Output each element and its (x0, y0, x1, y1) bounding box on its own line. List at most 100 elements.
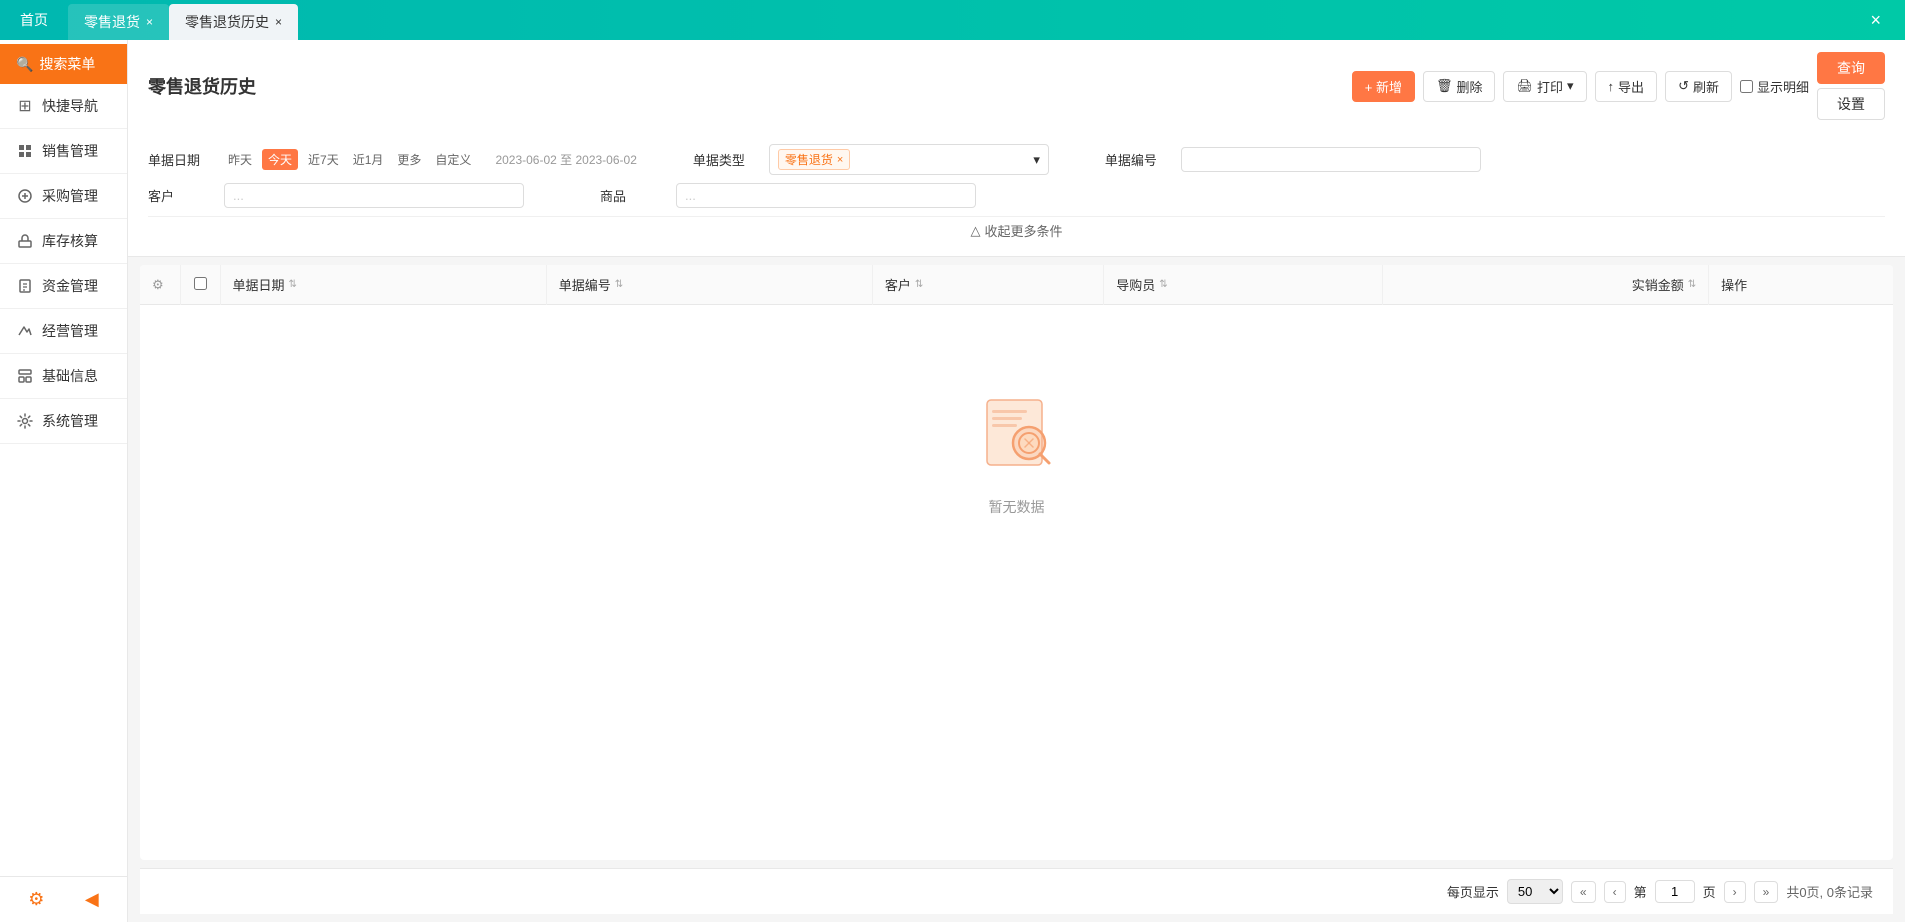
finance-icon (16, 277, 34, 295)
page-title-row: 零售退货历史 + 新增 🗑 删除 🖨 打印 ▾ ↑ 导出 (148, 52, 1885, 120)
date-shortcut-today[interactable]: 今天 (262, 149, 298, 170)
th-salesperson-sort[interactable]: 导购员 ⇅ (1116, 275, 1370, 294)
sidebar-settings-button[interactable]: ⚙ (28, 889, 44, 910)
th-customer-label: 客户 (885, 275, 911, 294)
tab-retail-return-label: 零售退货 (84, 12, 140, 32)
sidebar-item-basic-info[interactable]: 基础信息 (0, 354, 127, 399)
th-amount[interactable]: 实销金额 ⇅ (1382, 265, 1708, 305)
customer-placeholder: ... (233, 188, 244, 203)
table-settings-icon[interactable]: ⚙ (152, 277, 164, 292)
sidebar-item-quick-nav[interactable]: ⊞ 快捷导航 (0, 84, 127, 129)
export-button[interactable]: ↑ 导出 (1595, 71, 1658, 102)
filter-area: 单据日期 昨天 今天 近7天 近1月 更多 自定义 2023-06-02 至 2… (148, 132, 1885, 256)
date-shortcut-custom[interactable]: 自定义 (431, 149, 475, 170)
topbar-right: × (1862, 6, 1905, 35)
toolbar: + 新增 🗑 删除 🖨 打印 ▾ ↑ 导出 ↺ (1352, 52, 1885, 120)
delete-button[interactable]: 🗑 删除 (1423, 71, 1496, 102)
customer-select[interactable]: ... (224, 183, 524, 208)
delete-label: 删除 (1456, 77, 1482, 96)
page-label: 页 (1703, 882, 1716, 901)
sidebar-search[interactable]: 🔍 搜索菜单 (0, 44, 127, 84)
purchase-icon (16, 187, 34, 205)
tab-retail-return-history[interactable]: 零售退货历史 × (169, 4, 298, 40)
voucher-type-select[interactable]: 零售退货 × ▾ (769, 144, 1049, 175)
sidebar-item-operations-label: 经营管理 (42, 321, 98, 341)
display-detail-toggle[interactable]: 显示明细 (1740, 77, 1809, 96)
display-detail-checkbox[interactable] (1740, 80, 1753, 93)
page-size-select[interactable]: 50 10 20 100 (1507, 879, 1563, 904)
goods-label: 商品 (600, 186, 660, 205)
th-settings[interactable]: ⚙ (140, 265, 180, 305)
date-shortcut-7days[interactable]: 近7天 (304, 149, 343, 170)
date-shortcut-yesterday[interactable]: 昨天 (224, 149, 256, 170)
window-close-button[interactable]: × (1862, 6, 1889, 35)
sidebar-item-quick-nav-label: 快捷导航 (42, 96, 98, 116)
sidebar-item-inventory-label: 库存核算 (42, 231, 98, 251)
export-icon: ↑ (1608, 79, 1615, 94)
th-date[interactable]: 单据日期 ⇅ (220, 265, 546, 305)
tab-retail-return[interactable]: 零售退货 × (68, 4, 169, 40)
sidebar-item-inventory[interactable]: 库存核算 (0, 219, 127, 264)
goods-select[interactable]: ... (676, 183, 976, 208)
voucher-type-label: 单据类型 (693, 150, 753, 169)
sidebar-item-finance[interactable]: 资金管理 (0, 264, 127, 309)
collapse-button[interactable]: △ 收起更多条件 (148, 216, 1885, 244)
print-button[interactable]: 🖨 打印 ▾ (1503, 71, 1586, 102)
print-label: 打印 (1537, 77, 1563, 96)
pagination-bar: 每页显示 50 10 20 100 « ‹ 第 页 › » 共0页, 0条记录 (140, 868, 1893, 914)
inventory-icon (16, 232, 34, 250)
th-operation: 操作 (1709, 265, 1893, 305)
date-shortcut-more[interactable]: 更多 (393, 149, 425, 170)
th-amount-sort[interactable]: 实销金额 ⇅ (1395, 275, 1696, 294)
top-bar: 首页 零售退货 × 零售退货历史 × × (0, 0, 1905, 40)
th-date-sort[interactable]: 单据日期 ⇅ (233, 275, 534, 294)
date-shortcut-1month[interactable]: 近1月 (349, 149, 388, 170)
sales-icon (16, 142, 34, 160)
page-title: 零售退货历史 (148, 73, 256, 99)
refresh-button[interactable]: ↺ 刷新 (1665, 71, 1732, 102)
main-layout: 🔍 搜索菜单 ⊞ 快捷导航 销售管理 采购管理 库存核算 (0, 40, 1905, 922)
empty-icon (967, 385, 1067, 485)
sort-icon-salesperson: ⇅ (1159, 279, 1167, 290)
sort-icon-date: ⇅ (289, 279, 297, 290)
sidebar-item-sales[interactable]: 销售管理 (0, 129, 127, 174)
sidebar-item-sales-label: 销售管理 (42, 141, 98, 161)
th-salesperson[interactable]: 导购员 ⇅ (1104, 265, 1383, 305)
th-voucher-no-sort[interactable]: 单据编号 ⇅ (559, 275, 860, 294)
last-page-button[interactable]: » (1754, 881, 1779, 903)
quick-nav-icon: ⊞ (16, 97, 34, 115)
th-customer[interactable]: 客户 ⇅ (872, 265, 1103, 305)
tab-retail-return-history-close[interactable]: × (275, 15, 282, 29)
tab-retail-return-close[interactable]: × (146, 15, 153, 29)
sidebar-item-system[interactable]: 系统管理 (0, 399, 127, 444)
page-header: 零售退货历史 + 新增 🗑 删除 🖨 打印 ▾ ↑ 导出 (128, 40, 1905, 257)
sidebar-collapse-button[interactable]: ◀ (85, 889, 99, 910)
voucher-type-tag-close[interactable]: × (837, 154, 843, 166)
tab-home[interactable]: 首页 (0, 0, 68, 40)
next-page-button[interactable]: › (1724, 881, 1746, 903)
prev-page-button[interactable]: ‹ (1604, 881, 1626, 903)
voucher-no-input[interactable] (1181, 147, 1481, 172)
th-customer-sort[interactable]: 客户 ⇅ (885, 275, 1091, 294)
operations-icon (16, 322, 34, 340)
page-label-section: 第 (1634, 882, 1647, 901)
filter-row-customer: 客户 ... 商品 ... (148, 183, 1885, 208)
search-icon: 🔍 (16, 56, 33, 73)
set-button[interactable]: 设置 (1817, 88, 1885, 120)
table-header-row: ⚙ 单据日期 ⇅ 单据编号 (140, 265, 1893, 305)
th-salesperson-label: 导购员 (1116, 275, 1155, 294)
select-all-checkbox[interactable] (194, 277, 207, 290)
collapse-up-icon: △ (970, 223, 980, 239)
th-voucher-no[interactable]: 单据编号 ⇅ (546, 265, 872, 305)
add-button[interactable]: + 新增 (1352, 71, 1415, 102)
table-wrapper: ⚙ 单据日期 ⇅ 单据编号 (140, 265, 1893, 860)
page-number-input[interactable] (1655, 880, 1695, 903)
page-size-label: 每页显示 (1447, 882, 1499, 901)
sidebar: 🔍 搜索菜单 ⊞ 快捷导航 销售管理 采购管理 库存核算 (0, 40, 128, 922)
sidebar-item-operations[interactable]: 经营管理 (0, 309, 127, 354)
delete-icon: 🗑 (1436, 78, 1453, 94)
refresh-icon: ↺ (1678, 78, 1689, 94)
query-button[interactable]: 查询 (1817, 52, 1885, 84)
sidebar-item-purchase[interactable]: 采购管理 (0, 174, 127, 219)
first-page-button[interactable]: « (1571, 881, 1596, 903)
